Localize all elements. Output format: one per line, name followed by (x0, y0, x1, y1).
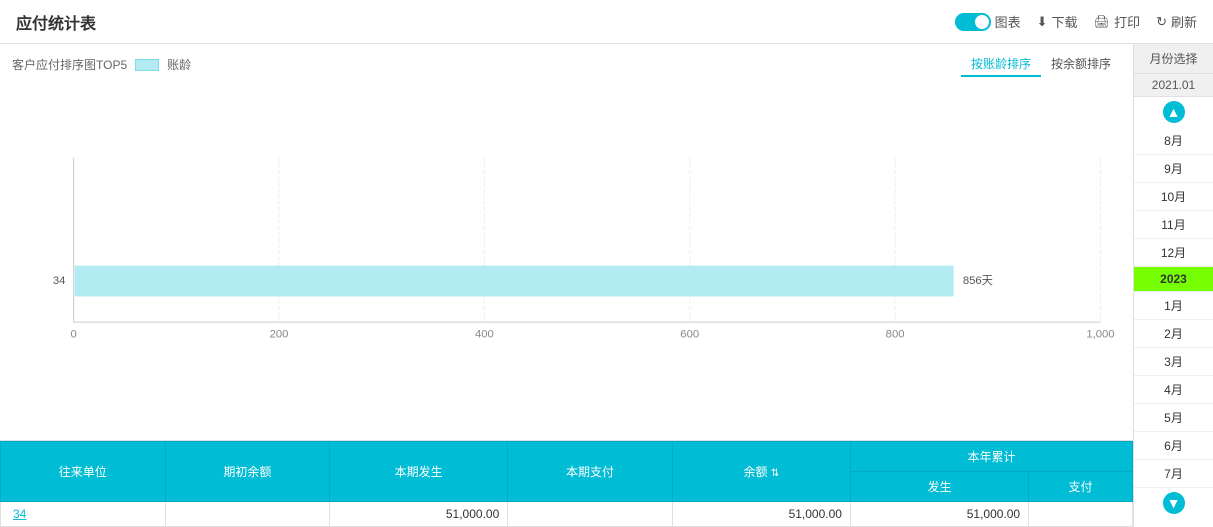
table-row: 34 51,000.00 51,000.00 51,000.00 (1, 502, 1133, 527)
app-header: 应付统计表 图表 ⬇ 下载 🖨 打印 ↻ 刷新 (0, 0, 1213, 44)
th-opening: 期初余额 (165, 442, 330, 502)
sidebar-month-10[interactable]: 10月 (1134, 183, 1213, 211)
print-icon: 🖨 (1094, 14, 1111, 30)
sidebar-month-5[interactable]: 5月 (1134, 404, 1213, 432)
refresh-icon: ↻ (1156, 14, 1167, 30)
sidebar-year-2023[interactable]: 2023 (1134, 267, 1213, 292)
chart-section: 客户应付排序图TOP5 账龄 按账龄排序 按余额排序 0 (0, 44, 1133, 527)
header-actions: 图表 ⬇ 下载 🖨 打印 ↻ 刷新 (955, 12, 1197, 31)
th-ytd-group: 本年累计 (850, 442, 1132, 472)
download-button[interactable]: ⬇ 下载 (1037, 12, 1078, 31)
svg-text:1,000: 1,000 (1086, 329, 1114, 341)
chart-toggle[interactable]: 图表 (955, 12, 1021, 31)
cell-period-pay (508, 502, 673, 527)
svg-text:200: 200 (270, 329, 289, 341)
chevron-down-icon: ▼ (1163, 492, 1185, 514)
download-label: 下载 (1052, 12, 1078, 31)
bar-chart: 0 200 400 600 800 1,000 34 (12, 89, 1121, 432)
svg-text:0: 0 (70, 329, 76, 341)
main-content: 客户应付排序图TOP5 账龄 按账龄排序 按余额排序 0 (0, 44, 1213, 527)
sidebar-month-3[interactable]: 3月 (1134, 348, 1213, 376)
download-icon: ⬇ (1037, 14, 1048, 30)
th-period-pay: 本期支付 (508, 442, 673, 502)
unit-link[interactable]: 34 (13, 507, 26, 521)
cell-balance: 51,000.00 (672, 502, 850, 527)
sidebar-month-9[interactable]: 9月 (1134, 155, 1213, 183)
cell-unit: 34 (1, 502, 166, 527)
legend-title: 客户应付排序图TOP5 (12, 56, 127, 73)
toggle-slider (955, 13, 991, 31)
cell-period-occur: 51,000.00 (330, 502, 508, 527)
sidebar-month-7[interactable]: 7月 (1134, 460, 1213, 488)
print-button[interactable]: 🖨 打印 (1094, 12, 1141, 31)
chart-label: 图表 (995, 12, 1021, 31)
chevron-up-icon: ▲ (1163, 101, 1185, 123)
data-table: 往来单位 期初余额 本期发生 本期支付 余额 ⇅ 本年累计 发生 (0, 441, 1133, 527)
svg-text:600: 600 (680, 329, 699, 341)
svg-text:856天: 856天 (963, 275, 993, 287)
sidebar-month-2[interactable]: 2月 (1134, 320, 1213, 348)
svg-text:400: 400 (475, 329, 494, 341)
cell-ytd-pay (1029, 502, 1133, 527)
bar-34[interactable] (75, 266, 954, 297)
sidebar-current-value: 2021.01 (1134, 74, 1213, 97)
toggle-switch-label[interactable] (955, 13, 991, 31)
sort-by-balance-button[interactable]: 按账龄排序 (961, 52, 1041, 77)
sidebar-month-8[interactable]: 8月 (1134, 127, 1213, 155)
chart-legend: 客户应付排序图TOP5 账龄 (12, 56, 191, 73)
th-ytd-pay: 支付 (1029, 472, 1133, 502)
cell-opening (165, 502, 330, 527)
sidebar-month-4[interactable]: 4月 (1134, 376, 1213, 404)
chart-sort-buttons: 按账龄排序 按余额排序 (961, 52, 1121, 77)
svg-text:34: 34 (53, 275, 66, 287)
chart-wrapper: 0 200 400 600 800 1,000 34 (0, 81, 1133, 440)
th-period-occur: 本期发生 (330, 442, 508, 502)
sidebar-month-12[interactable]: 12月 (1134, 239, 1213, 267)
th-ytd-occur: 发生 (850, 472, 1028, 502)
th-balance: 余额 ⇅ (672, 442, 850, 502)
sidebar-nav-up-button[interactable]: ▲ (1134, 97, 1213, 127)
legend-box-label: 账龄 (167, 56, 191, 73)
table-section: 往来单位 期初余额 本期发生 本期支付 余额 ⇅ 本年累计 发生 (0, 440, 1133, 527)
sort-by-amount-button[interactable]: 按余额排序 (1041, 52, 1121, 77)
cell-ytd-occur: 51,000.00 (850, 502, 1028, 527)
th-unit: 往来单位 (1, 442, 166, 502)
svg-text:800: 800 (886, 329, 905, 341)
print-label: 打印 (1114, 12, 1140, 31)
sidebar-month-1[interactable]: 1月 (1134, 292, 1213, 320)
sidebar: 月份选择 2021.01 ▲ 8月 9月 10月 11月 12月 2023 1月… (1133, 44, 1213, 527)
chart-header: 客户应付排序图TOP5 账龄 按账龄排序 按余额排序 (0, 44, 1133, 81)
refresh-button[interactable]: ↻ 刷新 (1156, 12, 1197, 31)
sidebar-month-11[interactable]: 11月 (1134, 211, 1213, 239)
sidebar-month-header: 月份选择 (1134, 44, 1213, 74)
page-title: 应付统计表 (16, 10, 96, 34)
sidebar-nav-down-button[interactable]: ▼ (1134, 488, 1213, 518)
balance-sort-icon[interactable]: ⇅ (771, 468, 779, 479)
refresh-label: 刷新 (1171, 12, 1197, 31)
sidebar-month-6[interactable]: 6月 (1134, 432, 1213, 460)
legend-box (135, 59, 159, 71)
